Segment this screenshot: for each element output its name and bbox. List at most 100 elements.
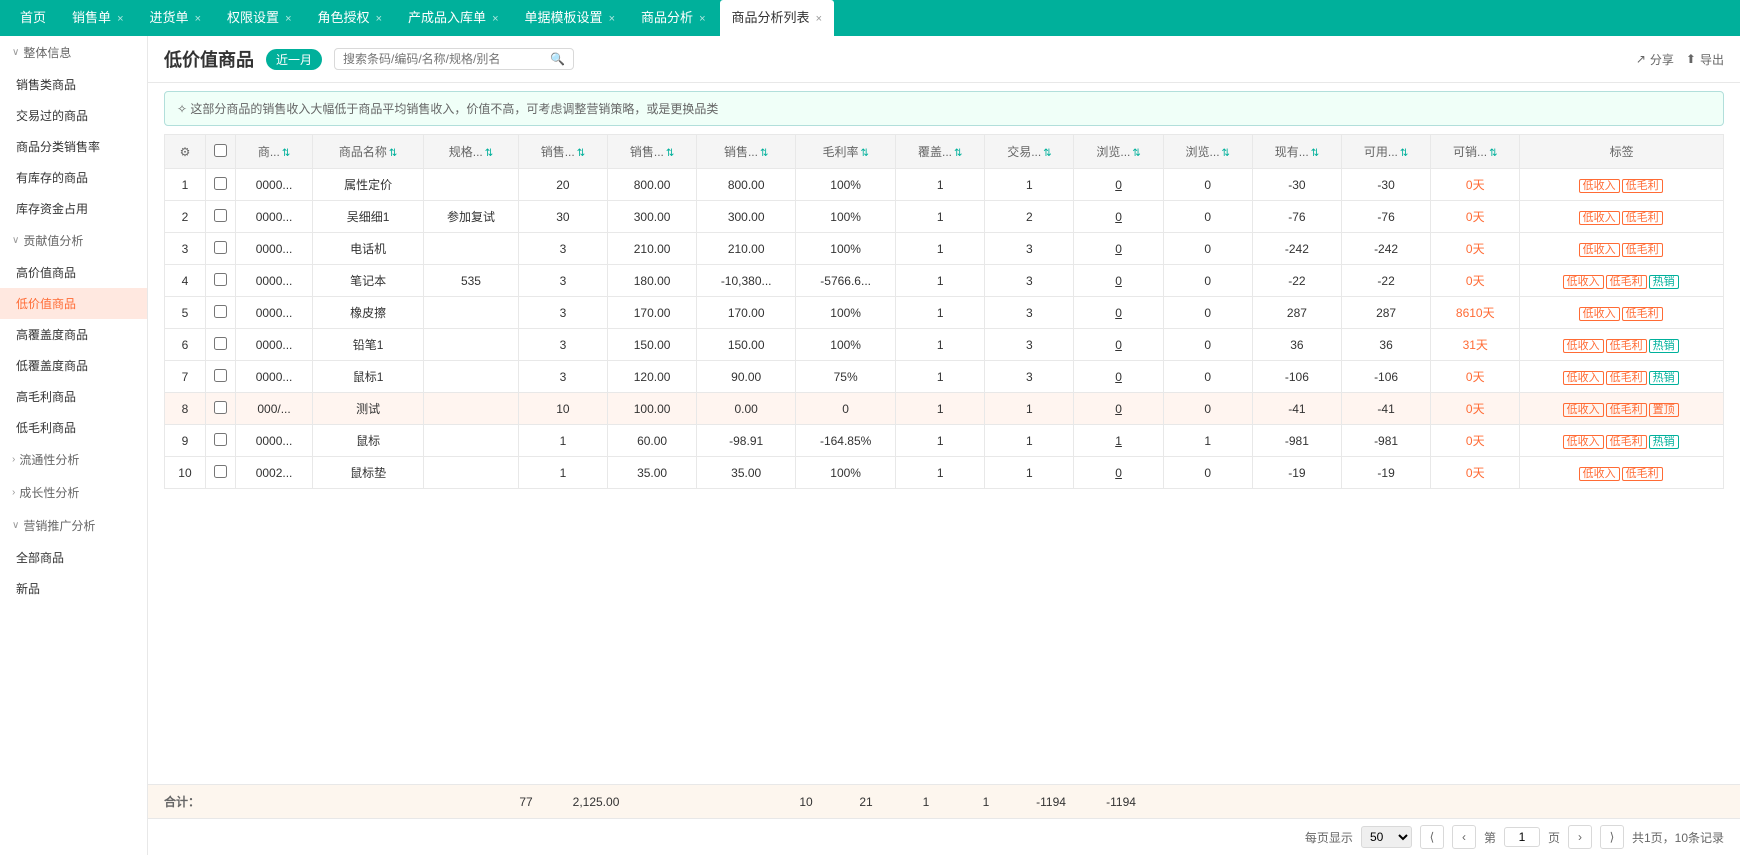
- page-size-select[interactable]: 50 100: [1361, 826, 1412, 848]
- row-checkbox[interactable]: [214, 433, 227, 446]
- nav-tab-close[interactable]: ×: [606, 13, 615, 25]
- sidebar-group-title[interactable]: ›流通性分析: [0, 443, 147, 476]
- row-checkbox-cell[interactable]: [205, 457, 235, 489]
- row-checkbox[interactable]: [214, 337, 227, 350]
- nav-tab[interactable]: 权限设置 ×: [215, 0, 304, 36]
- col-browse1[interactable]: 浏览...⇅: [1074, 135, 1163, 169]
- row-browse1-cell[interactable]: 0: [1074, 457, 1163, 489]
- row-browse1-cell[interactable]: 0: [1074, 201, 1163, 233]
- col-sales-avg[interactable]: 销售...⇅: [697, 135, 796, 169]
- browse1-cell[interactable]: 0: [1115, 402, 1122, 416]
- col-checkbox[interactable]: [205, 135, 235, 169]
- col-sales-amount[interactable]: 销售...⇅: [608, 135, 697, 169]
- row-browse1-cell[interactable]: 0: [1074, 329, 1163, 361]
- browse1-cell[interactable]: 0: [1115, 210, 1122, 224]
- sidebar-item[interactable]: 库存资金占用: [0, 193, 147, 224]
- col-spec[interactable]: 规格...⇅: [424, 135, 519, 169]
- sidebar-item[interactable]: 高毛利商品: [0, 381, 147, 412]
- row-browse1-cell[interactable]: 1: [1074, 425, 1163, 457]
- current-page-input[interactable]: [1504, 827, 1540, 847]
- col-settings[interactable]: ⚙: [165, 135, 206, 169]
- sidebar-item[interactable]: 有库存的商品: [0, 162, 147, 193]
- row-checkbox-cell[interactable]: [205, 425, 235, 457]
- row-browse1-cell[interactable]: 0: [1074, 265, 1163, 297]
- row-checkbox[interactable]: [214, 465, 227, 478]
- sidebar-item[interactable]: 全部商品: [0, 542, 147, 573]
- nav-tab-close[interactable]: ×: [192, 13, 201, 25]
- export-button[interactable]: ⬆ 导出: [1686, 51, 1724, 68]
- col-coverage[interactable]: 覆盖...⇅: [896, 135, 985, 169]
- row-checkbox-cell[interactable]: [205, 233, 235, 265]
- next-page-btn[interactable]: ›: [1568, 825, 1592, 849]
- row-checkbox[interactable]: [214, 401, 227, 414]
- prev-page-btn[interactable]: ‹: [1452, 825, 1476, 849]
- row-checkbox-cell[interactable]: [205, 201, 235, 233]
- row-browse1-cell[interactable]: 0: [1074, 233, 1163, 265]
- row-checkbox-cell[interactable]: [205, 169, 235, 201]
- nav-tab-close[interactable]: ×: [813, 13, 822, 25]
- sidebar-group-title[interactable]: ∨整体信息: [0, 36, 147, 69]
- row-checkbox[interactable]: [214, 305, 227, 318]
- col-code[interactable]: 商...⇅: [235, 135, 312, 169]
- share-button[interactable]: ↗ 分享: [1636, 51, 1674, 68]
- search-input[interactable]: [343, 52, 544, 66]
- sidebar-item[interactable]: 高价值商品: [0, 257, 147, 288]
- sidebar-item[interactable]: 商品分类销售率: [0, 131, 147, 162]
- sidebar-item[interactable]: 高覆盖度商品: [0, 319, 147, 350]
- browse1-cell[interactable]: 0: [1115, 466, 1122, 480]
- nav-tab-close[interactable]: ×: [282, 13, 291, 25]
- browse1-cell[interactable]: 0: [1115, 370, 1122, 384]
- row-checkbox[interactable]: [214, 241, 227, 254]
- row-browse1-cell[interactable]: 0: [1074, 361, 1163, 393]
- row-checkbox-cell[interactable]: [205, 265, 235, 297]
- browse1-cell[interactable]: 0: [1115, 178, 1122, 192]
- select-all-checkbox[interactable]: [214, 144, 227, 157]
- row-checkbox[interactable]: [214, 209, 227, 222]
- sidebar-item[interactable]: 新品: [0, 573, 147, 604]
- time-tag[interactable]: 近一月: [266, 49, 322, 70]
- col-transaction[interactable]: 交易...⇅: [985, 135, 1074, 169]
- nav-tab-close[interactable]: ×: [373, 13, 382, 25]
- sidebar-item[interactable]: 低毛利商品: [0, 412, 147, 443]
- nav-tab[interactable]: 商品分析列表 ×: [720, 0, 835, 36]
- row-checkbox[interactable]: [214, 177, 227, 190]
- col-gross-margin[interactable]: 毛利率⇅: [796, 135, 896, 169]
- sidebar-item[interactable]: 销售类商品: [0, 69, 147, 100]
- sidebar-item[interactable]: 低价值商品: [0, 288, 147, 319]
- browse1-cell[interactable]: 0: [1115, 338, 1122, 352]
- col-saleable[interactable]: 可销...⇅: [1431, 135, 1520, 169]
- sidebar-item[interactable]: 交易过的商品: [0, 100, 147, 131]
- nav-tab-close[interactable]: ×: [696, 13, 705, 25]
- browse1-cell[interactable]: 1: [1115, 434, 1122, 448]
- row-checkbox[interactable]: [214, 273, 227, 286]
- browse1-cell[interactable]: 0: [1115, 306, 1122, 320]
- nav-tab[interactable]: 单据模板设置 ×: [513, 0, 628, 36]
- nav-tab[interactable]: 商品分析 ×: [629, 0, 718, 36]
- col-browse2[interactable]: 浏览...⇅: [1163, 135, 1252, 169]
- sidebar-group-title[interactable]: ∨营销推广分析: [0, 509, 147, 542]
- nav-tab[interactable]: 销售单 ×: [60, 0, 136, 36]
- row-browse1-cell[interactable]: 0: [1074, 297, 1163, 329]
- col-name[interactable]: 商品名称⇅: [313, 135, 424, 169]
- last-page-btn[interactable]: ⟩: [1600, 825, 1624, 849]
- col-current-stock[interactable]: 现有...⇅: [1252, 135, 1341, 169]
- sidebar-group-title[interactable]: ∨贡献值分析: [0, 224, 147, 257]
- nav-tab[interactable]: 首页: [8, 0, 58, 36]
- search-icon[interactable]: 🔍: [550, 52, 565, 66]
- nav-tab-close[interactable]: ×: [114, 13, 123, 25]
- col-sales-qty[interactable]: 销售...⇅: [518, 135, 607, 169]
- row-checkbox-cell[interactable]: [205, 297, 235, 329]
- sidebar-item[interactable]: 低覆盖度商品: [0, 350, 147, 381]
- table-container[interactable]: ⚙ 商...⇅ 商品名称⇅ 规格...⇅ 销售...⇅ 销售...⇅ 销售...…: [148, 134, 1740, 784]
- row-browse1-cell[interactable]: 0: [1074, 169, 1163, 201]
- row-browse1-cell[interactable]: 0: [1074, 393, 1163, 425]
- row-checkbox[interactable]: [214, 369, 227, 382]
- col-available[interactable]: 可用...⇅: [1342, 135, 1431, 169]
- sidebar-group-title[interactable]: ›成长性分析: [0, 476, 147, 509]
- nav-tab[interactable]: 产成品入库单 ×: [396, 0, 511, 36]
- first-page-btn[interactable]: ⟨: [1420, 825, 1444, 849]
- nav-tab[interactable]: 角色授权 ×: [306, 0, 395, 36]
- nav-tab[interactable]: 进货单 ×: [138, 0, 214, 36]
- browse1-cell[interactable]: 0: [1115, 274, 1122, 288]
- col-tags[interactable]: 标签: [1520, 135, 1724, 169]
